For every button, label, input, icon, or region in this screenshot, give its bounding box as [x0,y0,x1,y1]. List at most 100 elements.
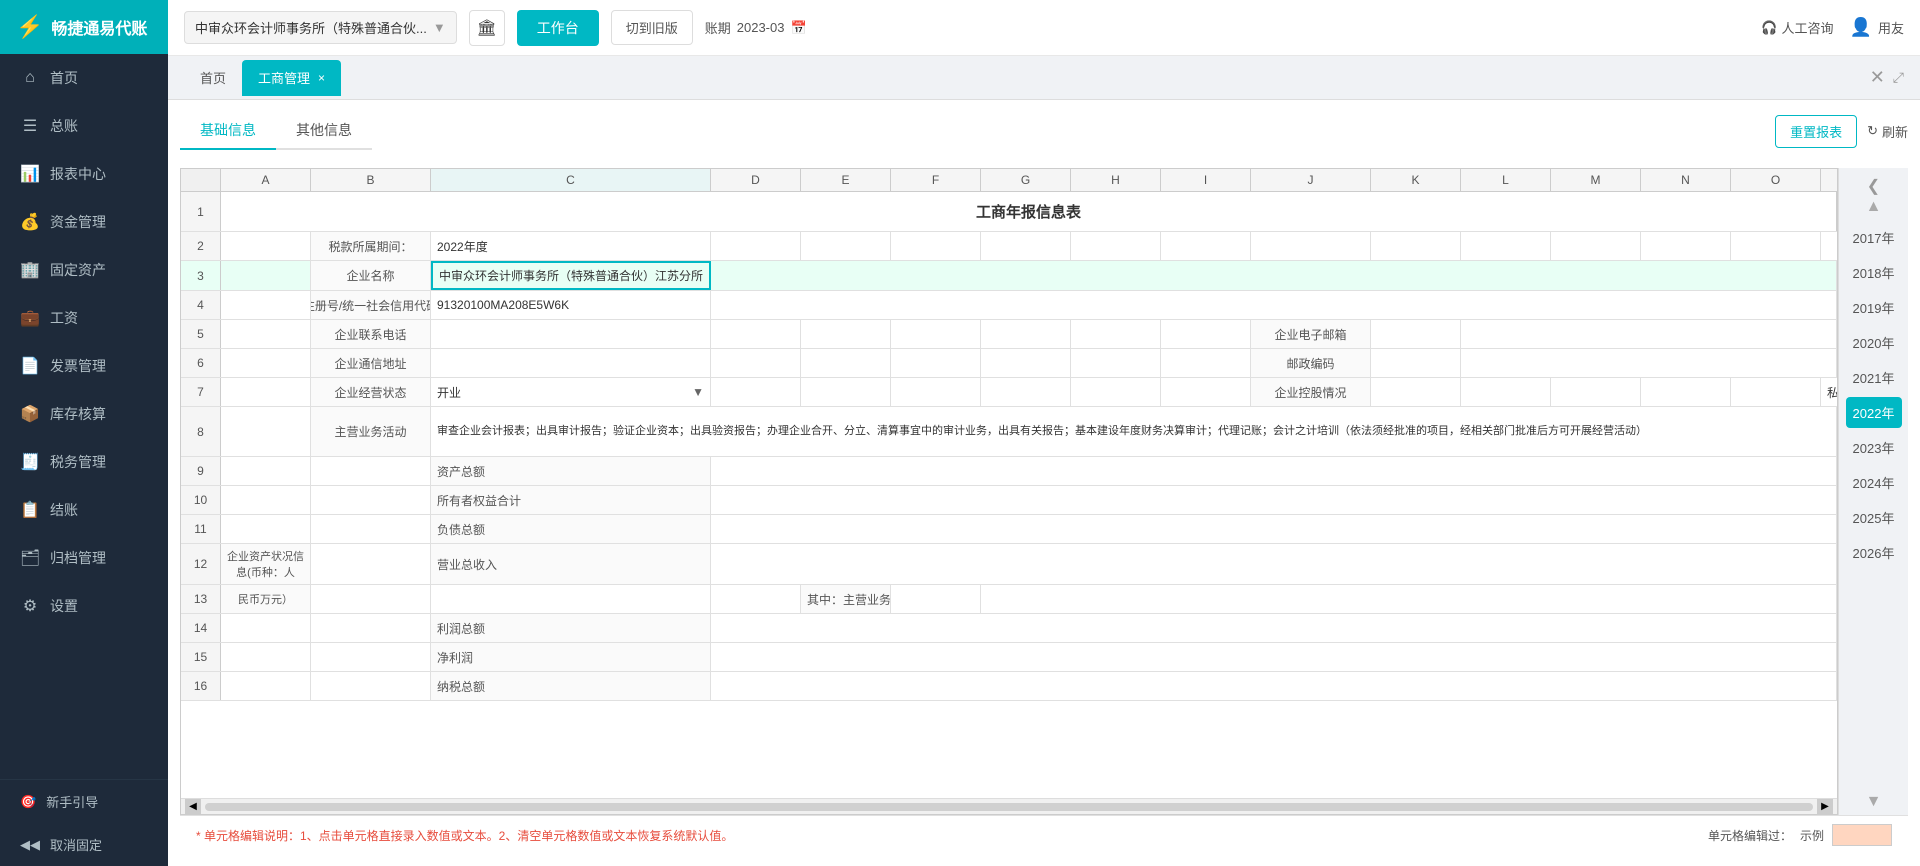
cell-13-d[interactable] [711,585,801,613]
dropdown-arrow-icon[interactable]: ▼ [692,385,704,399]
scroll-left-button[interactable]: ◀ [185,799,201,815]
year-button-2024[interactable]: 2024年 [1846,467,1902,498]
cell-6-f[interactable] [891,349,981,377]
cell-7-d[interactable] [711,378,801,406]
cell-5-e[interactable] [801,320,891,348]
cell-7-i[interactable] [1161,378,1251,406]
year-button-2017[interactable]: 2017年 [1846,222,1902,253]
refresh-button[interactable]: ↻ 刷新 [1867,122,1908,141]
year-button-2018[interactable]: 2018年 [1846,257,1902,288]
cell-6-h[interactable] [1071,349,1161,377]
year-button-2026[interactable]: 2026年 [1846,537,1902,568]
sidebar-item-reports[interactable]: 📊 报表中心 [0,150,168,198]
cell-2-p[interactable] [1821,232,1837,260]
sheet-body[interactable]: 1 工商年报信息表 2 税款所属期间： 2022年度 [181,192,1837,798]
cell-2-g[interactable] [981,232,1071,260]
cell-2-f[interactable] [891,232,981,260]
cell-7-c[interactable]: 开业 ▼ [431,378,711,406]
cell-16-rest[interactable] [711,672,1837,700]
cell-6-k[interactable] [1371,349,1461,377]
cell-6-d[interactable] [711,349,801,377]
cell-6-c[interactable] [431,349,711,377]
sidebar-item-invoices[interactable]: 📄 发票管理 [0,342,168,390]
sidebar-item-inventory[interactable]: 📦 库存核算 [0,390,168,438]
cell-7-g[interactable] [981,378,1071,406]
cell-2-n[interactable] [1641,232,1731,260]
sidebar-item-settings[interactable]: ⚙ 设置 [0,582,168,630]
cell-7-l[interactable] [1461,378,1551,406]
horizontal-scrollbar[interactable]: ◀ ▶ [181,798,1837,814]
company-settings-button[interactable]: 🏛 [469,10,505,46]
cell-4-a[interactable] [221,291,311,319]
workbench-button[interactable]: 工作台 [517,10,599,46]
window-close-button[interactable]: ✕ [1870,67,1885,88]
cell-3-c[interactable]: 中审众环会计师事务所（特殊普通合伙）江苏分所 [431,261,711,290]
cell-2-j[interactable] [1251,232,1371,260]
sidebar-item-ledger[interactable]: ☰ 总账 [0,102,168,150]
cell-5-g[interactable] [981,320,1071,348]
cell-2-i[interactable] [1161,232,1251,260]
subtab-other[interactable]: 其他信息 [276,112,372,150]
cell-5-k[interactable] [1371,320,1461,348]
cell-2-l[interactable] [1461,232,1551,260]
year-button-2021[interactable]: 2021年 [1846,362,1902,393]
cell-10-b[interactable] [311,486,431,514]
cell-7-a[interactable] [221,378,311,406]
scroll-right-button[interactable]: ▶ [1817,799,1833,815]
cell-10-rest[interactable] [711,486,1837,514]
sidebar-item-home[interactable]: ⌂ 首页 [0,54,168,102]
cell-3-rest[interactable] [711,261,1837,290]
old-version-button[interactable]: 切到旧版 [611,10,693,45]
cell-13-rest[interactable] [981,585,1837,613]
cell-2-o[interactable] [1731,232,1821,260]
cell-8-a[interactable] [221,407,311,456]
calendar-icon[interactable]: 📅 [790,20,806,36]
cell-5-h[interactable] [1071,320,1161,348]
cell-3-a[interactable] [221,261,311,290]
cell-7-n[interactable] [1641,378,1731,406]
cell-8-c[interactable]: 审查企业会计报表；出具审计报告；验证企业资本；出具验资报告；办理企业合开、分立、… [431,407,1837,456]
cell-11-a[interactable] [221,515,311,543]
year-button-2023[interactable]: 2023年 [1846,432,1902,463]
cell-11-b[interactable] [311,515,431,543]
sidebar-item-unpin[interactable]: ◀◀ 取消固定 [0,823,168,866]
year-button-2020[interactable]: 2020年 [1846,327,1902,358]
cell-6-i[interactable] [1161,349,1251,377]
cell-5-rest[interactable] [1461,320,1837,348]
cell-6-a[interactable] [221,349,311,377]
cell-7-e[interactable] [801,378,891,406]
chevron-down-icon[interactable]: ▼ [1866,793,1882,811]
chevron-up-icon[interactable]: ▲ [1866,198,1882,216]
cell-4-rest[interactable] [711,291,1837,319]
sidebar-item-wages[interactable]: 💼 工资 [0,294,168,342]
sidebar-item-funds[interactable]: 💰 资金管理 [0,198,168,246]
year-button-2025[interactable]: 2025年 [1846,502,1902,533]
user-menu-button[interactable]: 👤 用友 [1850,17,1904,38]
cell-2-a[interactable] [221,232,311,260]
cell-5-i[interactable] [1161,320,1251,348]
tab-business-management[interactable]: 工商管理 × [242,60,341,96]
tab-close-icon[interactable]: × [318,71,325,85]
cell-13-f[interactable] [891,585,981,613]
cell-2-c[interactable]: 2022年度 [431,232,711,260]
cell-6-rest[interactable] [1461,349,1837,377]
collapse-left-icon[interactable]: ❮ [1867,176,1880,196]
cell-14-rest[interactable] [711,614,1837,642]
cell-5-a[interactable] [221,320,311,348]
sidebar-item-archive[interactable]: 🗂 归档管理 [0,534,168,582]
window-expand-button[interactable]: ⤢ [1893,69,1904,86]
subtab-basic[interactable]: 基础信息 [180,112,276,150]
cell-5-d[interactable] [711,320,801,348]
cell-4-c[interactable]: 91320100MA208E5W6K [431,291,711,319]
cell-16-b[interactable] [311,672,431,700]
cell-2-d[interactable] [711,232,801,260]
company-selector[interactable]: 中审众环会计师事务所（特殊普通合伙... ▼ [184,11,457,44]
cell-14-b[interactable] [311,614,431,642]
cell-16-a[interactable] [221,672,311,700]
cell-2-m[interactable] [1551,232,1641,260]
cell-12-b[interactable] [311,544,431,584]
cell-13-b[interactable] [311,585,431,613]
cell-7-k[interactable] [1371,378,1461,406]
cell-2-e[interactable] [801,232,891,260]
cell-15-rest[interactable] [711,643,1837,671]
